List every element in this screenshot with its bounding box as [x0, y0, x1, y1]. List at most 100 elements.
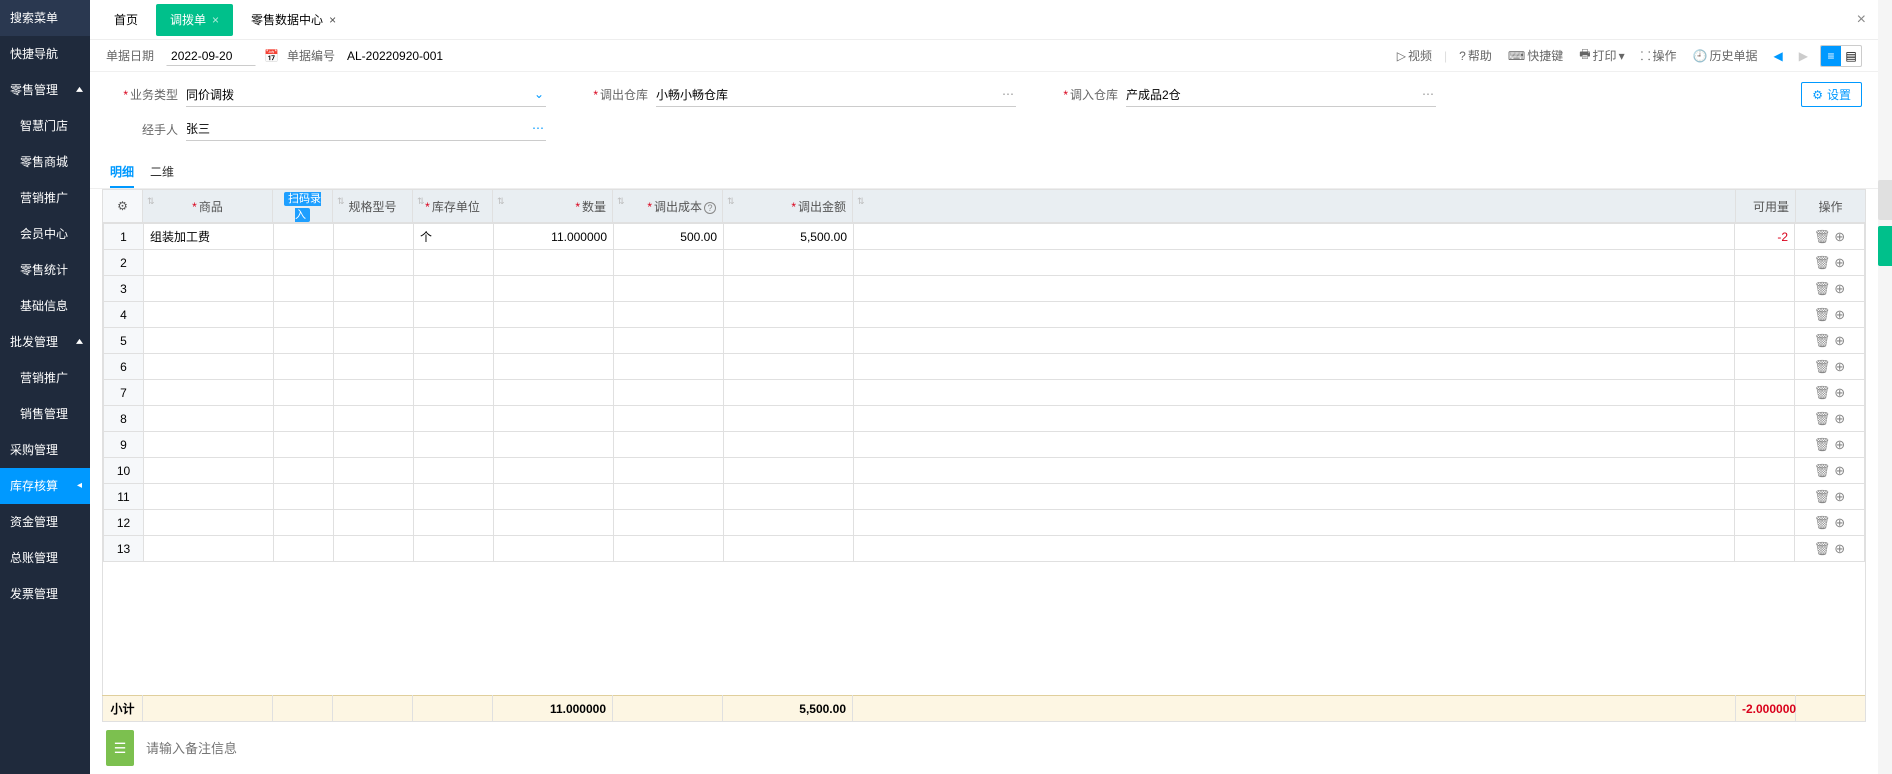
- delete-icon[interactable]: 🗑: [1814, 385, 1831, 400]
- sidebar-item-marketing[interactable]: 营销推广: [0, 180, 90, 216]
- delete-icon[interactable]: 🗑: [1814, 333, 1831, 348]
- memo-input[interactable]: [146, 741, 1862, 756]
- table-row[interactable]: 5🗑⊕: [104, 328, 1865, 354]
- col-unit[interactable]: ⇅*库存单位: [413, 190, 493, 223]
- col-product[interactable]: ⇅*商品: [143, 190, 273, 223]
- sidebar-group-ledger[interactable]: 总账管理: [0, 540, 90, 576]
- table-row[interactable]: 1组装加工费个11.000000500.005,500.00-2🗑⊕: [104, 224, 1865, 250]
- handler-input[interactable]: [186, 117, 546, 140]
- table-row[interactable]: 7🗑⊕: [104, 380, 1865, 406]
- delete-icon[interactable]: 🗑: [1814, 515, 1831, 530]
- in-store-input[interactable]: [1126, 83, 1436, 106]
- date-input[interactable]: 2022-09-20: [166, 46, 256, 66]
- col-gear[interactable]: ⚙: [103, 190, 143, 223]
- sidebar-group-purchase[interactable]: 采购管理: [0, 432, 90, 468]
- sidebar-item-retail-stats[interactable]: 零售统计: [0, 252, 90, 288]
- table-row[interactable]: 6🗑⊕: [104, 354, 1865, 380]
- close-icon[interactable]: ×: [329, 4, 336, 36]
- col-amt[interactable]: ⇅*调出金额: [723, 190, 853, 223]
- calendar-icon[interactable]: 📅: [264, 49, 279, 63]
- delete-icon[interactable]: 🗑: [1814, 541, 1831, 556]
- sidebar-group-invoice[interactable]: 发票管理: [0, 576, 90, 612]
- table-row[interactable]: 13🗑⊕: [104, 536, 1865, 562]
- print-link[interactable]: 🖶 打印 ▾: [1575, 45, 1628, 66]
- add-icon[interactable]: ⊕: [1834, 489, 1845, 504]
- col-avail[interactable]: 可用量: [1736, 190, 1796, 223]
- add-icon[interactable]: ⊕: [1834, 281, 1845, 296]
- nav-next[interactable]: ▶: [1795, 49, 1812, 63]
- help-link[interactable]: ? 帮助: [1455, 47, 1496, 64]
- chevron-down-icon[interactable]: ⌄: [534, 87, 544, 101]
- add-icon[interactable]: ⊕: [1834, 229, 1845, 244]
- sidebar-item-member[interactable]: 会员中心: [0, 216, 90, 252]
- gear-icon[interactable]: ⚙: [117, 199, 128, 213]
- table-row[interactable]: 2🗑⊕: [104, 250, 1865, 276]
- col-cost[interactable]: ⇅*调出成本?: [613, 190, 723, 223]
- delete-icon[interactable]: 🗑: [1814, 437, 1831, 452]
- delete-icon[interactable]: 🗑: [1814, 463, 1831, 478]
- add-icon[interactable]: ⊕: [1834, 515, 1845, 530]
- table-row[interactable]: 12🗑⊕: [104, 510, 1865, 536]
- view-list-icon[interactable]: ≡: [1821, 46, 1841, 66]
- tab-retail-data[interactable]: 零售数据中心×: [237, 4, 350, 36]
- sidebar-group-wholesale[interactable]: 批发管理▴: [0, 324, 90, 360]
- sidebar-item-retail-mall[interactable]: 零售商城: [0, 144, 90, 180]
- sidebar-item-ws-sales[interactable]: 销售管理: [0, 396, 90, 432]
- rail-button-1[interactable]: [1878, 180, 1892, 220]
- delete-icon[interactable]: 🗑: [1814, 489, 1831, 504]
- delete-icon[interactable]: 🗑: [1814, 255, 1831, 270]
- info-icon[interactable]: ?: [704, 202, 716, 214]
- more-icon[interactable]: ⋯: [1002, 87, 1014, 101]
- add-icon[interactable]: ⊕: [1834, 463, 1845, 478]
- add-icon[interactable]: ⊕: [1834, 333, 1845, 348]
- add-icon[interactable]: ⊕: [1834, 255, 1845, 270]
- subtab-2d[interactable]: 二维: [150, 157, 174, 188]
- delete-icon[interactable]: 🗑: [1814, 307, 1831, 322]
- video-link[interactable]: ▷ 视频: [1393, 47, 1436, 64]
- rail-button-2[interactable]: [1878, 226, 1892, 266]
- delete-icon[interactable]: 🗑: [1814, 411, 1831, 426]
- add-icon[interactable]: ⊕: [1834, 307, 1845, 322]
- view-toggle: ≡ ▤: [1820, 45, 1862, 67]
- history-link[interactable]: 🕘 历史单据: [1689, 47, 1762, 64]
- view-split-icon[interactable]: ▤: [1841, 46, 1861, 66]
- ops-link[interactable]: ⸬ 操作: [1637, 47, 1681, 64]
- add-icon[interactable]: ⊕: [1834, 359, 1845, 374]
- sidebar-item-ws-marketing[interactable]: 营销推广: [0, 360, 90, 396]
- scan-button[interactable]: 扫码录入: [284, 192, 321, 222]
- tab-transfer-active[interactable]: 调拨单×: [156, 4, 233, 36]
- sidebar-group-funds[interactable]: 资金管理: [0, 504, 90, 540]
- tabbar-close-all[interactable]: ×: [1857, 11, 1866, 29]
- add-icon[interactable]: ⊕: [1834, 385, 1845, 400]
- sidebar-group-retail[interactable]: 零售管理▴: [0, 72, 90, 108]
- delete-icon[interactable]: 🗑: [1814, 359, 1831, 374]
- table-row[interactable]: 11🗑⊕: [104, 484, 1865, 510]
- table-row[interactable]: 10🗑⊕: [104, 458, 1865, 484]
- col-spec[interactable]: ⇅规格型号: [333, 190, 413, 223]
- table-row[interactable]: 4🗑⊕: [104, 302, 1865, 328]
- biz-type-input[interactable]: [186, 83, 546, 106]
- add-icon[interactable]: ⊕: [1834, 437, 1845, 452]
- subtab-detail[interactable]: 明细: [110, 157, 134, 188]
- hotkey-link[interactable]: ⌨ 快捷键: [1504, 47, 1567, 64]
- table-row[interactable]: 9🗑⊕: [104, 432, 1865, 458]
- more-icon[interactable]: ⋯: [532, 121, 544, 135]
- delete-icon[interactable]: 🗑: [1814, 281, 1831, 296]
- add-icon[interactable]: ⊕: [1834, 541, 1845, 556]
- sidebar-quicknav[interactable]: 快捷导航: [0, 36, 90, 72]
- add-icon[interactable]: ⊕: [1834, 411, 1845, 426]
- more-icon[interactable]: ⋯: [1422, 87, 1434, 101]
- sidebar-search[interactable]: 搜索菜单: [0, 0, 90, 36]
- delete-icon[interactable]: 🗑: [1814, 229, 1831, 244]
- table-row[interactable]: 3🗑⊕: [104, 276, 1865, 302]
- nav-prev[interactable]: ◀: [1770, 49, 1787, 63]
- sidebar-group-inventory[interactable]: 库存核算◂: [0, 468, 90, 504]
- tab-home[interactable]: 首页: [100, 4, 152, 36]
- out-store-input[interactable]: [656, 83, 1016, 106]
- sidebar-item-basic-info[interactable]: 基础信息: [0, 288, 90, 324]
- col-qty[interactable]: ⇅*数量: [493, 190, 613, 223]
- close-icon[interactable]: ×: [212, 4, 219, 36]
- sidebar-item-smart-store[interactable]: 智慧门店: [0, 108, 90, 144]
- settings-button[interactable]: ⚙ 设置: [1801, 82, 1862, 107]
- table-row[interactable]: 8🗑⊕: [104, 406, 1865, 432]
